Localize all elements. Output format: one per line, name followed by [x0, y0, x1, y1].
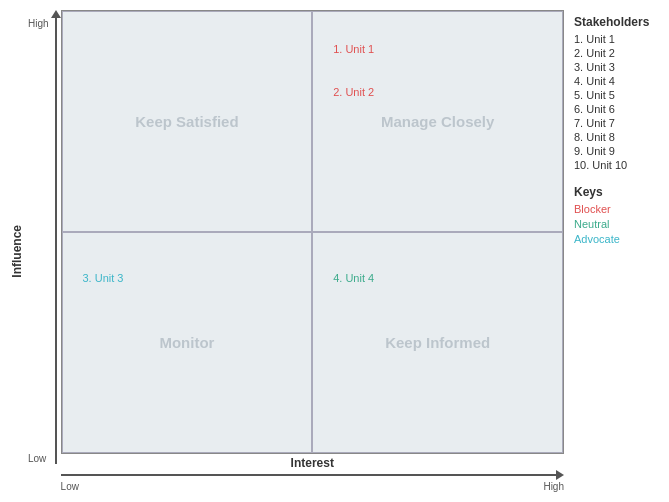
- sidebar-unit6: 6. Unit 6: [574, 103, 664, 115]
- x-low: Low: [61, 481, 79, 492]
- sidebar-unit7: 7. Unit 7: [574, 117, 664, 129]
- y-arrow-container: [51, 10, 61, 492]
- quadrant-manage-closely: Manage Closely 1. Unit 1 2. Unit 2: [312, 11, 563, 232]
- manage-closely-label: Manage Closely: [381, 113, 494, 130]
- sidebar-unit10: 10. Unit 10: [574, 159, 664, 171]
- sidebar: Stakeholders 1. Unit 1 2. Unit 2 3. Unit…: [564, 10, 664, 248]
- keep-satisfied-label: Keep Satisfied: [135, 113, 238, 130]
- keep-informed-label: Keep Informed: [385, 334, 490, 351]
- keys-title: Keys: [574, 185, 664, 199]
- y-axis-ticks: High Low: [28, 10, 49, 492]
- keys-section: Keys Blocker Neutral Advocate: [574, 185, 664, 245]
- sidebar-unit9: 9. Unit 9: [574, 145, 664, 157]
- sidebar-unit2: 2. Unit 2: [574, 47, 664, 59]
- main-container: Influence High Low Keep Satisfied: [0, 0, 669, 502]
- key-advocate: Advocate: [574, 233, 664, 245]
- x-high: High: [543, 481, 564, 492]
- chart-and-xaxis: Keep Satisfied Manage Closely 1. Unit 1 …: [61, 10, 564, 492]
- y-arrow-line: [55, 18, 57, 464]
- chart-with-yaxis: Influence High Low Keep Satisfied: [10, 10, 564, 492]
- sidebar-unit5: 5. Unit 5: [574, 89, 664, 101]
- monitor-label: Monitor: [159, 334, 214, 351]
- unit2-label: 2. Unit 2: [333, 86, 374, 98]
- sidebar-unit3: 3. Unit 3: [574, 61, 664, 73]
- sidebar-title: Stakeholders: [574, 15, 664, 29]
- sidebar-unit1: 1. Unit 1: [574, 33, 664, 45]
- x-arrow-line: [61, 474, 556, 476]
- key-blocker: Blocker: [574, 203, 664, 215]
- key-neutral: Neutral: [574, 218, 664, 230]
- quadrant-monitor: Monitor 3. Unit 3: [62, 232, 313, 453]
- quadrant-keep-satisfied: Keep Satisfied: [62, 11, 313, 232]
- y-arrow-head: [51, 10, 61, 18]
- x-axis-line: [61, 470, 564, 480]
- x-axis-arrow: Interest Low High: [61, 456, 564, 492]
- sidebar-unit8: 8. Unit 8: [574, 131, 664, 143]
- chart-area: Influence High Low Keep Satisfied: [10, 10, 564, 492]
- x-arrow-head: [556, 470, 564, 480]
- unit4-label: 4. Unit 4: [333, 272, 374, 284]
- unit3-label: 3. Unit 3: [82, 272, 123, 284]
- x-axis-label: Interest: [291, 456, 334, 470]
- y-high: High: [28, 18, 49, 29]
- x-ticks: Low High: [61, 481, 564, 492]
- quadrant-keep-informed: Keep Informed 4. Unit 4: [312, 232, 563, 453]
- y-low: Low: [28, 453, 49, 464]
- sidebar-unit4: 4. Unit 4: [574, 75, 664, 87]
- stakeholder-grid: Keep Satisfied Manage Closely 1. Unit 1 …: [61, 10, 564, 454]
- unit1-label: 1. Unit 1: [333, 43, 374, 55]
- y-axis-label: Influence: [10, 225, 24, 278]
- x-axis-row: Interest Low High: [61, 456, 564, 492]
